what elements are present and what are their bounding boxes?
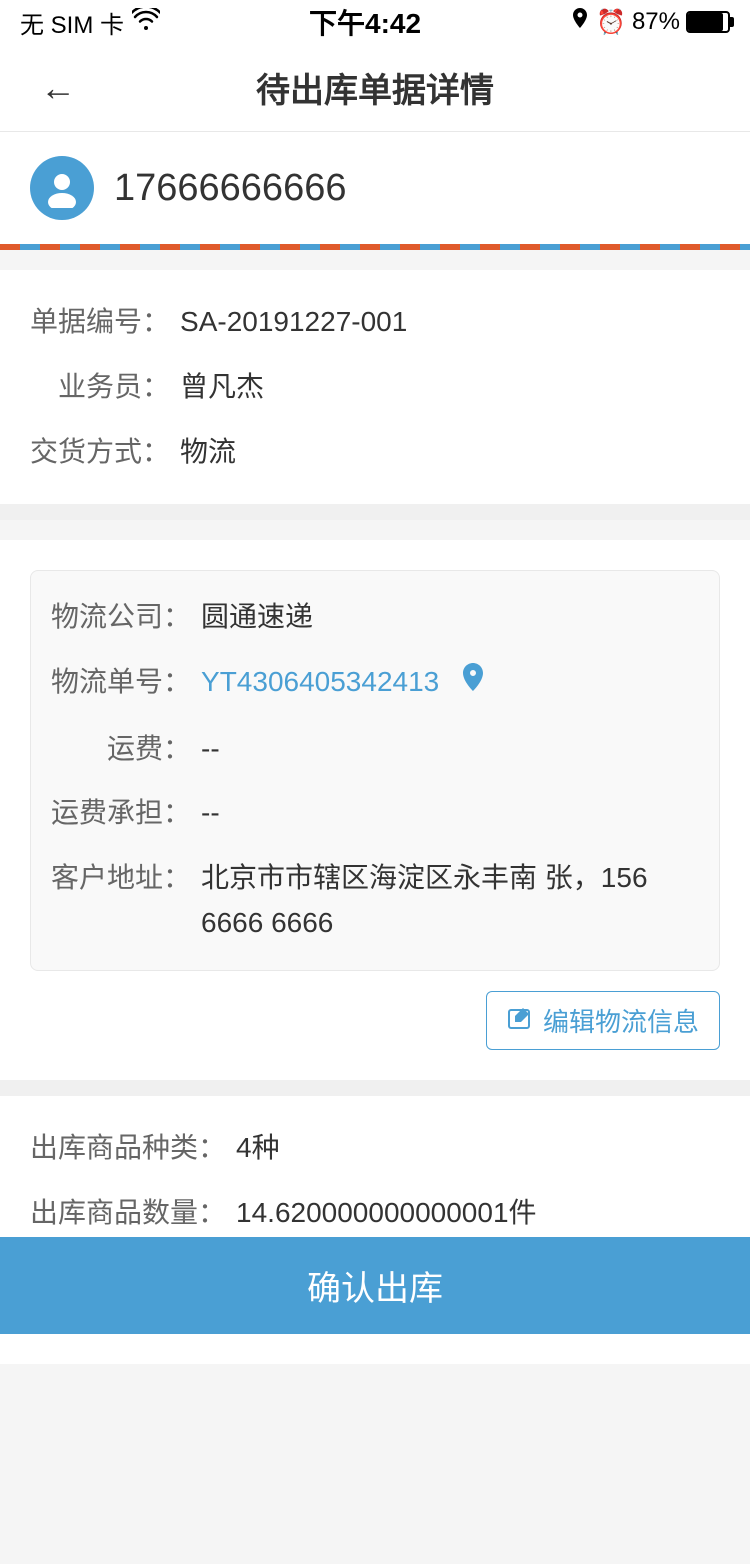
freight-bear-row: 运费承担： -- — [51, 791, 699, 836]
basic-info-section: 单据编号： SA-20191227-001 业务员： 曾凡杰 交货方式： 物流 — [0, 270, 750, 504]
logistics-company-label: 物流公司： — [51, 595, 191, 640]
address-row: 客户地址： 北京市市辖区海淀区永丰南 张，156 6666 6666 — [51, 856, 699, 946]
delivery-row: 交货方式： 物流 — [30, 430, 720, 475]
freight-bear-label: 运费承担： — [51, 791, 191, 836]
address-value: 北京市市辖区海淀区永丰南 张，156 6666 6666 — [191, 856, 699, 946]
dashed-divider — [0, 244, 750, 250]
goods-types-label: 出库商品种类： — [30, 1126, 226, 1171]
back-button[interactable]: ← — [30, 57, 86, 119]
logistics-tracking-row: 物流单号： YT4306405342413 — [51, 660, 699, 707]
freight-row: 运费： -- — [51, 727, 699, 772]
bottom-spacer — [0, 1364, 750, 1564]
section-divider-1 — [0, 504, 750, 520]
sim-status: 无 SIM 卡 — [20, 5, 124, 40]
status-left: 无 SIM 卡 — [20, 5, 160, 40]
goods-quantity-value: 14.620000000000001件 — [226, 1191, 720, 1236]
goods-quantity-label: 出库商品数量： — [30, 1191, 226, 1236]
location-pin-icon[interactable] — [457, 661, 489, 707]
logistics-tracking-value: YT4306405342413 — [191, 660, 699, 707]
battery-percent: 87% — [632, 8, 680, 36]
logistics-tracking-label: 物流单号： — [51, 660, 191, 705]
section-divider-2 — [0, 1080, 750, 1096]
order-no-label: 单据编号： — [30, 300, 170, 345]
status-right: ⏰ 87% — [570, 8, 730, 37]
status-time: 下午4:42 — [309, 2, 421, 42]
order-no-value: SA-20191227-001 — [170, 300, 720, 345]
address-label: 客户地址： — [51, 856, 191, 901]
wifi-icon — [132, 8, 160, 37]
user-phone: 17666666666 — [114, 167, 346, 210]
avatar — [30, 156, 94, 220]
page-title: 待出库单据详情 — [86, 63, 664, 112]
salesman-row: 业务员： 曾凡杰 — [30, 365, 720, 410]
logistics-company-row: 物流公司： 圆通速递 — [51, 595, 699, 640]
delivery-value: 物流 — [170, 430, 720, 475]
order-no-row: 单据编号： SA-20191227-001 — [30, 300, 720, 345]
edit-logistics-row: 编辑物流信息 — [30, 971, 720, 1050]
nav-bar: ← 待出库单据详情 — [0, 44, 750, 132]
goods-types-row: 出库商品种类： 4种 — [30, 1126, 720, 1171]
edit-logistics-button[interactable]: 编辑物流信息 — [486, 991, 720, 1050]
salesman-value: 曾凡杰 — [170, 365, 720, 410]
logistics-section: 物流公司： 圆通速递 物流单号： YT4306405342413 运费： -- … — [0, 540, 750, 1079]
salesman-label: 业务员： — [30, 365, 170, 410]
delivery-label: 交货方式： — [30, 430, 170, 475]
confirm-button[interactable]: 确认出库 — [0, 1237, 750, 1334]
status-bar: 无 SIM 卡 下午4:42 ⏰ 87% — [0, 0, 750, 44]
freight-bear-value: -- — [191, 791, 699, 836]
battery-icon — [686, 11, 730, 33]
logistics-card: 物流公司： 圆通速递 物流单号： YT4306405342413 运费： -- … — [30, 570, 720, 970]
freight-label: 运费： — [51, 727, 191, 772]
goods-types-value: 4种 — [226, 1126, 720, 1171]
freight-value: -- — [191, 727, 699, 772]
goods-quantity-row: 出库商品数量： 14.620000000000001件 — [30, 1191, 720, 1236]
location-icon — [570, 8, 590, 37]
user-header: 17666666666 — [0, 132, 750, 244]
logistics-company-value: 圆通速递 — [191, 595, 699, 640]
alarm-icon: ⏰ — [596, 8, 626, 37]
